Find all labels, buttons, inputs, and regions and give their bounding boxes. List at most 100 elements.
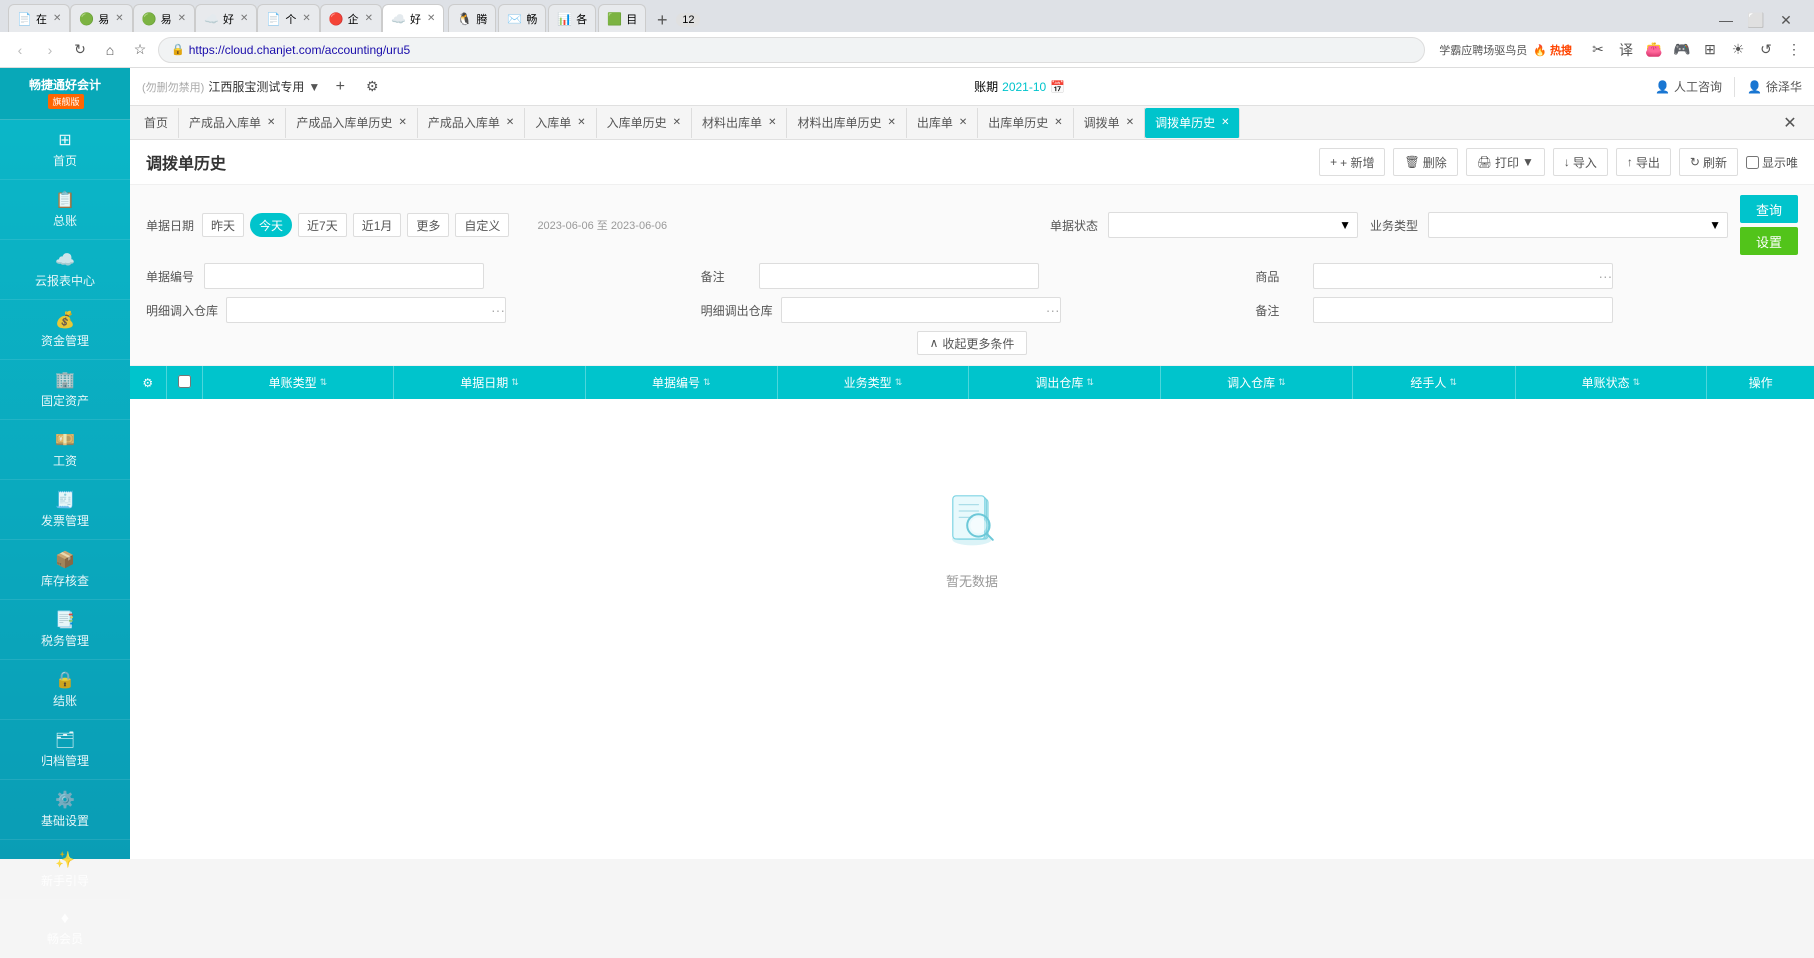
browser-tab-sheets[interactable]: 📊 各 bbox=[548, 4, 596, 32]
game-icon[interactable]: 🎮 bbox=[1670, 38, 1694, 62]
tab-product-in-history[interactable]: 产成品入库单历史 ✕ bbox=[286, 108, 417, 138]
browser-tab-s[interactable]: 🟩 目 bbox=[598, 4, 646, 32]
tab-in-history[interactable]: 入库单历史 ✕ bbox=[597, 108, 692, 138]
tab-material-out-history-close[interactable]: ✕ bbox=[887, 117, 895, 128]
detail-out-input[interactable] bbox=[782, 303, 1044, 317]
browser-tab-2[interactable]: 🟢 易 ✕ bbox=[70, 4, 132, 32]
browser-tab-email[interactable]: ✉️ 畅 bbox=[498, 4, 546, 32]
forward-button[interactable]: › bbox=[38, 38, 62, 62]
tab-transfer[interactable]: 调拨单 ✕ bbox=[1074, 108, 1145, 138]
th-out-warehouse[interactable]: 调出仓库 ⇅ bbox=[969, 366, 1161, 399]
minimize-button[interactable]: — bbox=[1714, 8, 1738, 32]
period-selector[interactable]: 账期 2021-10 📅 bbox=[974, 78, 1065, 95]
query-button[interactable]: 查询 bbox=[1740, 195, 1798, 223]
collapse-button[interactable]: ∧ 收起更多条件 bbox=[917, 331, 1028, 355]
tab-material-out-history[interactable]: 材料出库单历史 ✕ bbox=[787, 108, 906, 138]
sidebar-item-invoice[interactable]: 🧾 发票管理 bbox=[0, 480, 130, 540]
browser-tab-active[interactable]: ☁️ 好 ✕ bbox=[382, 4, 444, 32]
browser-tab-tencent[interactable]: 🐧 腾 bbox=[448, 4, 496, 32]
browser-tab-6[interactable]: 🔴 企 ✕ bbox=[320, 4, 382, 32]
home-button[interactable]: ⌂ bbox=[98, 38, 122, 62]
th-date[interactable]: 单据日期 ⇅ bbox=[394, 366, 586, 399]
back-button[interactable]: ‹ bbox=[8, 38, 32, 62]
goods-input[interactable] bbox=[1314, 269, 1596, 283]
customer-service[interactable]: 👤 人工咨询 bbox=[1655, 78, 1722, 95]
sidebar-item-finance[interactable]: 💰 资金管理 bbox=[0, 300, 130, 360]
goods-dots-button[interactable]: ··· bbox=[1598, 268, 1612, 284]
date-btn-1month[interactable]: 近1月 bbox=[353, 213, 402, 237]
wallet-icon[interactable]: 👛 bbox=[1642, 38, 1666, 62]
user-profile[interactable]: 👤 徐泽华 bbox=[1747, 78, 1802, 95]
detail-in-input[interactable] bbox=[227, 303, 489, 317]
import-button[interactable]: ↓ 导入 bbox=[1553, 148, 1608, 176]
translate-icon[interactable]: 译 bbox=[1614, 38, 1638, 62]
th-in-warehouse[interactable]: 调入仓库 ⇅ bbox=[1161, 366, 1353, 399]
th-bill-type[interactable]: 单账类型 ⇅ bbox=[202, 366, 394, 399]
browser-tab-close-5[interactable]: ✕ bbox=[302, 13, 310, 24]
refresh-data-button[interactable]: ↻ 刷新 bbox=[1679, 148, 1738, 176]
tab-transfer-close[interactable]: ✕ bbox=[1126, 117, 1134, 128]
tab-material-out-close[interactable]: ✕ bbox=[768, 117, 776, 128]
tab-product-in-history-close[interactable]: ✕ bbox=[398, 117, 406, 128]
menu-icon[interactable]: ⋮ bbox=[1782, 38, 1806, 62]
date-btn-more[interactable]: 更多 bbox=[407, 213, 449, 237]
refresh-browser-button[interactable]: ↻ bbox=[68, 38, 92, 62]
browser-tab-close-2[interactable]: ✕ bbox=[115, 13, 123, 24]
browser-tab-3[interactable]: 🟢 易 ✕ bbox=[133, 4, 195, 32]
th-checkbox[interactable] bbox=[166, 366, 202, 399]
tab-transfer-history-close[interactable]: ✕ bbox=[1221, 117, 1229, 128]
sidebar-item-home[interactable]: ⊞ 首页 bbox=[0, 120, 130, 180]
sidebar-item-settings[interactable]: ⚙️ 基础设置 bbox=[0, 780, 130, 840]
brightness-icon[interactable]: ☀ bbox=[1726, 38, 1750, 62]
browser-tab-close-active[interactable]: ✕ bbox=[427, 13, 435, 24]
tab-product-in-2[interactable]: 产成品入库单 ✕ bbox=[418, 108, 525, 138]
address-bar[interactable]: 🔒 https://cloud.chanjet.com/accounting/u… bbox=[158, 37, 1425, 63]
print-button[interactable]: 🖨 打印 ▼ bbox=[1466, 148, 1545, 176]
tab-product-in[interactable]: 产成品入库单 ✕ bbox=[179, 108, 286, 138]
tab-in[interactable]: 入库单 ✕ bbox=[525, 108, 596, 138]
tab-out-close[interactable]: ✕ bbox=[959, 117, 967, 128]
browser-tab-close-3[interactable]: ✕ bbox=[178, 13, 186, 24]
grid-icon[interactable]: ⊞ bbox=[1698, 38, 1722, 62]
sidebar-item-closing[interactable]: 🔒 结账 bbox=[0, 660, 130, 720]
tab-home[interactable]: 首页 bbox=[134, 108, 179, 138]
new-tab-button[interactable]: + bbox=[650, 8, 674, 32]
company-settings-button[interactable]: ⚙ bbox=[360, 75, 384, 99]
browser-tab-5[interactable]: 📄 个 ✕ bbox=[257, 4, 319, 32]
company-selector[interactable]: (勿删勿禁用) 江西服宝测试专用 ▼ bbox=[142, 78, 320, 95]
sidebar-item-inventory[interactable]: 📦 库存核查 bbox=[0, 540, 130, 600]
browser-tab-close-4[interactable]: ✕ bbox=[240, 13, 248, 24]
tab-out[interactable]: 出库单 ✕ bbox=[907, 108, 978, 138]
detail-in-dots-button[interactable]: ··· bbox=[491, 302, 505, 318]
sidebar-item-member[interactable]: ♦ 畅会员 bbox=[0, 900, 130, 958]
biz-type-dropdown[interactable]: ▼ bbox=[1428, 212, 1728, 238]
tab-in-history-close[interactable]: ✕ bbox=[673, 117, 681, 128]
sidebar-item-reports[interactable]: ☁️ 云报表中心 bbox=[0, 240, 130, 300]
show-toggle[interactable]: 显示唯 bbox=[1746, 154, 1798, 171]
sidebar-item-archive[interactable]: 🗂 归档管理 bbox=[0, 720, 130, 780]
export-button[interactable]: ↑ 导出 bbox=[1616, 148, 1671, 176]
tab-out-history[interactable]: 出库单历史 ✕ bbox=[978, 108, 1073, 138]
sidebar-item-guide[interactable]: ✨ 新手引导 bbox=[0, 840, 130, 900]
add-company-button[interactable]: + bbox=[328, 75, 352, 99]
browser-tab-close-6[interactable]: ✕ bbox=[365, 13, 373, 24]
show-checkbox[interactable] bbox=[1746, 156, 1759, 169]
date-btn-custom[interactable]: 自定义 bbox=[455, 213, 509, 237]
bill-no-input[interactable] bbox=[204, 263, 484, 289]
tab-out-history-close[interactable]: ✕ bbox=[1054, 117, 1062, 128]
new-record-button[interactable]: + + 新增 bbox=[1319, 148, 1385, 176]
tab-in-close[interactable]: ✕ bbox=[577, 117, 585, 128]
select-all-checkbox[interactable] bbox=[178, 375, 191, 388]
sidebar-item-ledger[interactable]: 📋 总账 bbox=[0, 180, 130, 240]
search-bar[interactable]: 学霸应聘场驱鸟员 bbox=[1439, 42, 1527, 58]
th-status[interactable]: 单账状态 ⇅ bbox=[1515, 366, 1707, 399]
maximize-button[interactable]: ⬜ bbox=[1744, 8, 1768, 32]
sidebar-item-tax[interactable]: 📑 税务管理 bbox=[0, 600, 130, 660]
date-btn-today[interactable]: 今天 bbox=[250, 213, 292, 237]
undo-icon[interactable]: ↺ bbox=[1754, 38, 1778, 62]
delete-button[interactable]: 🗑 删除 bbox=[1393, 148, 1457, 176]
th-biz-type[interactable]: 业务类型 ⇅ bbox=[777, 366, 969, 399]
th-bill-no[interactable]: 单据编号 ⇅ bbox=[585, 366, 777, 399]
date-btn-yesterday[interactable]: 昨天 bbox=[202, 213, 244, 237]
date-btn-7days[interactable]: 近7天 bbox=[298, 213, 347, 237]
